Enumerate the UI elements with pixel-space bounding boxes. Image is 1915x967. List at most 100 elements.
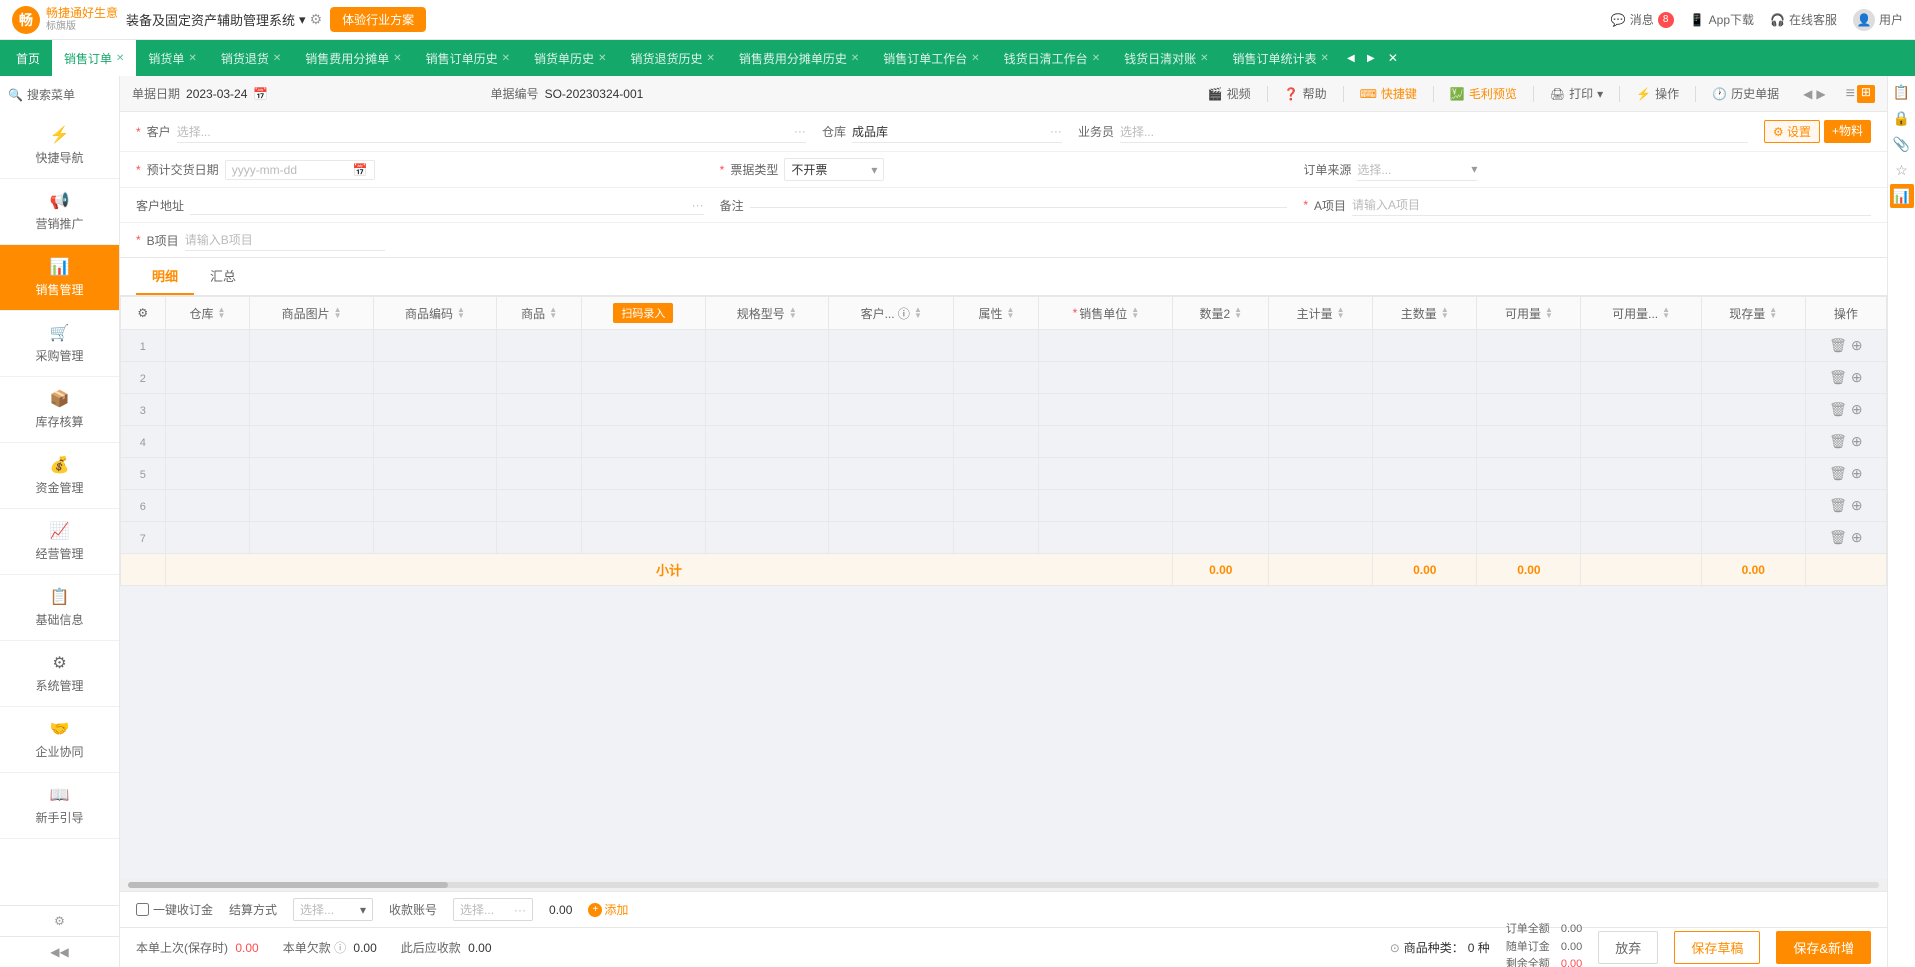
help-toolbar-item[interactable]: ❓ 帮助 (1284, 85, 1327, 102)
payment-method-select[interactable]: 选择... ▾ (293, 898, 373, 921)
sidebar-item-basic-info[interactable]: 📋 基础信息 (0, 575, 119, 641)
th-qty2[interactable]: 数量2 ▲▼ (1173, 297, 1269, 330)
th-code[interactable]: 商品编码 ▲▼ (373, 297, 496, 330)
nav-next-arrow[interactable]: ▶ (1361, 40, 1381, 76)
discard-button[interactable]: 放弃 (1598, 931, 1658, 964)
copy-row-icon[interactable]: ⊕ (1851, 369, 1863, 386)
nav-prev-arrow[interactable]: ◀ (1341, 40, 1361, 76)
th-unit[interactable]: *销售单位 ▲▼ (1039, 297, 1173, 330)
one-click-checkout-checkbox[interactable] (136, 903, 149, 916)
salesperson-input-area[interactable]: 选择... (1120, 121, 1748, 143)
tab-return-history[interactable]: 销货退货历史 ✕ (618, 40, 726, 76)
close-tab-icon[interactable]: ✕ (502, 53, 510, 64)
history-toolbar-item[interactable]: 🕐 历史单据 (1712, 85, 1779, 102)
operations-toolbar-item[interactable]: ⚡ 操作 (1636, 85, 1679, 102)
th-available2[interactable]: 可用量... ▲▼ (1581, 297, 1701, 330)
copy-row-icon[interactable]: ⊕ (1851, 401, 1863, 418)
right-sidebar-icon-1[interactable]: 📋 (1890, 80, 1914, 104)
tab-home[interactable]: 首页 (4, 40, 52, 76)
sidebar-item-sales[interactable]: 📊 销售管理 (0, 245, 119, 311)
notes-input[interactable] (750, 203, 1288, 208)
delivery-date-input[interactable]: yyyy-mm-dd 📅 (225, 160, 375, 180)
copy-row-icon[interactable]: ⊕ (1851, 433, 1863, 450)
th-warehouse[interactable]: 仓库 ▲▼ (165, 297, 250, 330)
one-click-checkout-label[interactable]: 一键收订金 (136, 901, 213, 918)
warehouse-dots-btn[interactable]: ··· (1050, 124, 1062, 138)
delete-row-icon[interactable]: 🗑 (1829, 465, 1847, 482)
address-dots-btn[interactable]: ··· (692, 198, 704, 212)
copy-row-icon[interactable]: ⊕ (1851, 497, 1863, 514)
user-item[interactable]: 👤 用户 (1853, 9, 1903, 31)
th-settings[interactable]: ⚙ (121, 297, 166, 330)
a-project-input[interactable]: 请输入A项目 (1352, 194, 1871, 216)
tab-sales-return[interactable]: 销货退货 ✕ (209, 40, 293, 76)
th-stock[interactable]: 现存量 ▲▼ (1701, 297, 1805, 330)
online-service-item[interactable]: 🎧 在线客服 (1770, 11, 1837, 28)
warehouse-input-area[interactable]: 成品库 ··· (852, 121, 1062, 143)
right-sidebar-icon-4[interactable]: ☆ (1890, 158, 1914, 182)
sidebar-settings-icon[interactable]: ⚙ (0, 905, 119, 936)
th-main-qty[interactable]: 主数量 ▲▼ (1373, 297, 1477, 330)
th-spec[interactable]: 规格型号 ▲▼ (705, 297, 828, 330)
order-source-input[interactable]: 选择... ▾ (1357, 159, 1477, 181)
invoice-type-select[interactable]: 不开票 ▾ (784, 158, 884, 181)
tab-sales-expense[interactable]: 销售费用分摊单 ✕ (293, 40, 413, 76)
save-draft-button[interactable]: 保存草稿 (1674, 931, 1760, 964)
delete-row-icon[interactable]: 🗑 (1829, 369, 1847, 386)
sidebar-item-guide[interactable]: 📖 新手引导 (0, 773, 119, 839)
th-customer-code[interactable]: 客户... ⓘ ▲▼ (828, 297, 954, 330)
close-tab-icon[interactable]: ✕ (971, 53, 979, 64)
nav-right-icon[interactable]: ▶ (1816, 87, 1825, 101)
close-tab-icon[interactable]: ✕ (393, 53, 401, 64)
b-project-input[interactable]: 请输入B项目 (185, 229, 385, 251)
scan-button[interactable]: 扫码录入 (613, 303, 673, 323)
sidebar-collapse-button[interactable]: ◀◀ (0, 936, 119, 967)
close-tab-icon[interactable]: ✕ (706, 53, 714, 64)
tab-daily-reconcile[interactable]: 钱货日清对账 ✕ (1112, 40, 1220, 76)
add-payment-button[interactable]: + 添加 (588, 901, 628, 918)
right-sidebar-icon-2[interactable]: 🔒 (1890, 106, 1914, 130)
profit-preview-item[interactable]: 💹 毛利预览 (1450, 85, 1517, 102)
delete-row-icon[interactable]: 🗑 (1829, 497, 1847, 514)
close-tab-icon[interactable]: ✕ (598, 53, 606, 64)
grid-view-icon[interactable]: ⊞ (1857, 85, 1875, 103)
copy-row-icon[interactable]: ⊕ (1851, 337, 1863, 354)
system-name[interactable]: 装备及固定资产辅助管理系统 ▾ ⚙ (126, 10, 322, 29)
calendar-icon[interactable]: 📅 (253, 87, 268, 101)
tab-sales-order[interactable]: 销售订单 ✕ (52, 40, 136, 76)
account-dots[interactable]: ··· (514, 903, 526, 917)
th-attribute[interactable]: 属性 ▲▼ (954, 297, 1039, 330)
close-tab-icon[interactable]: ✕ (116, 53, 124, 64)
delete-row-icon[interactable]: 🗑 (1829, 529, 1847, 546)
close-tab-icon[interactable]: ✕ (188, 53, 196, 64)
tab-summary[interactable]: 汇总 (194, 258, 252, 295)
nav-left-icon[interactable]: ◀ (1803, 87, 1812, 101)
tab-sales-stats[interactable]: 销售订单统计表 ✕ (1220, 40, 1340, 76)
close-tab-icon[interactable]: ✕ (273, 53, 281, 64)
settings-btn[interactable]: ⚙ 设置 (1764, 120, 1820, 143)
sidebar-item-system[interactable]: ⚙ 系统管理 (0, 641, 119, 707)
sidebar-item-capital[interactable]: 💰 资金管理 (0, 443, 119, 509)
solution-button[interactable]: 体验行业方案 (330, 7, 426, 32)
shortcut-toolbar-item[interactable]: ⌨ 快捷键 (1360, 85, 1417, 102)
horizontal-scroll[interactable] (120, 879, 1887, 891)
list-view-icon[interactable]: ≡ (1846, 85, 1855, 103)
settings-icon[interactable]: ⚙ (310, 11, 323, 28)
close-tab-icon[interactable]: ✕ (1092, 53, 1100, 64)
address-input[interactable]: ··· (190, 196, 704, 215)
delete-row-icon[interactable]: 🗑 (1829, 433, 1847, 450)
add-material-btn[interactable]: +物料 (1824, 120, 1871, 143)
th-available[interactable]: 可用量 ▲▼ (1477, 297, 1581, 330)
delete-row-icon[interactable]: 🗑 (1829, 401, 1847, 418)
tab-sales-order-history[interactable]: 销售订单历史 ✕ (414, 40, 522, 76)
sidebar-item-marketing[interactable]: 📢 营销推广 (0, 179, 119, 245)
save-new-button[interactable]: 保存&新增 (1776, 931, 1871, 964)
customer-dots-btn[interactable]: ··· (794, 124, 806, 138)
print-toolbar-item[interactable]: 🖨 打印 ▾ (1550, 85, 1603, 102)
delete-row-icon[interactable]: 🗑 (1829, 337, 1847, 354)
close-tab-icon[interactable]: ✕ (1200, 53, 1208, 64)
right-sidebar-icon-5[interactable]: 📊 (1890, 184, 1914, 208)
copy-row-icon[interactable]: ⊕ (1851, 529, 1863, 546)
tab-order-workbench[interactable]: 销售订单工作台 ✕ (871, 40, 991, 76)
tab-daily-workbench[interactable]: 钱货日清工作台 ✕ (992, 40, 1112, 76)
